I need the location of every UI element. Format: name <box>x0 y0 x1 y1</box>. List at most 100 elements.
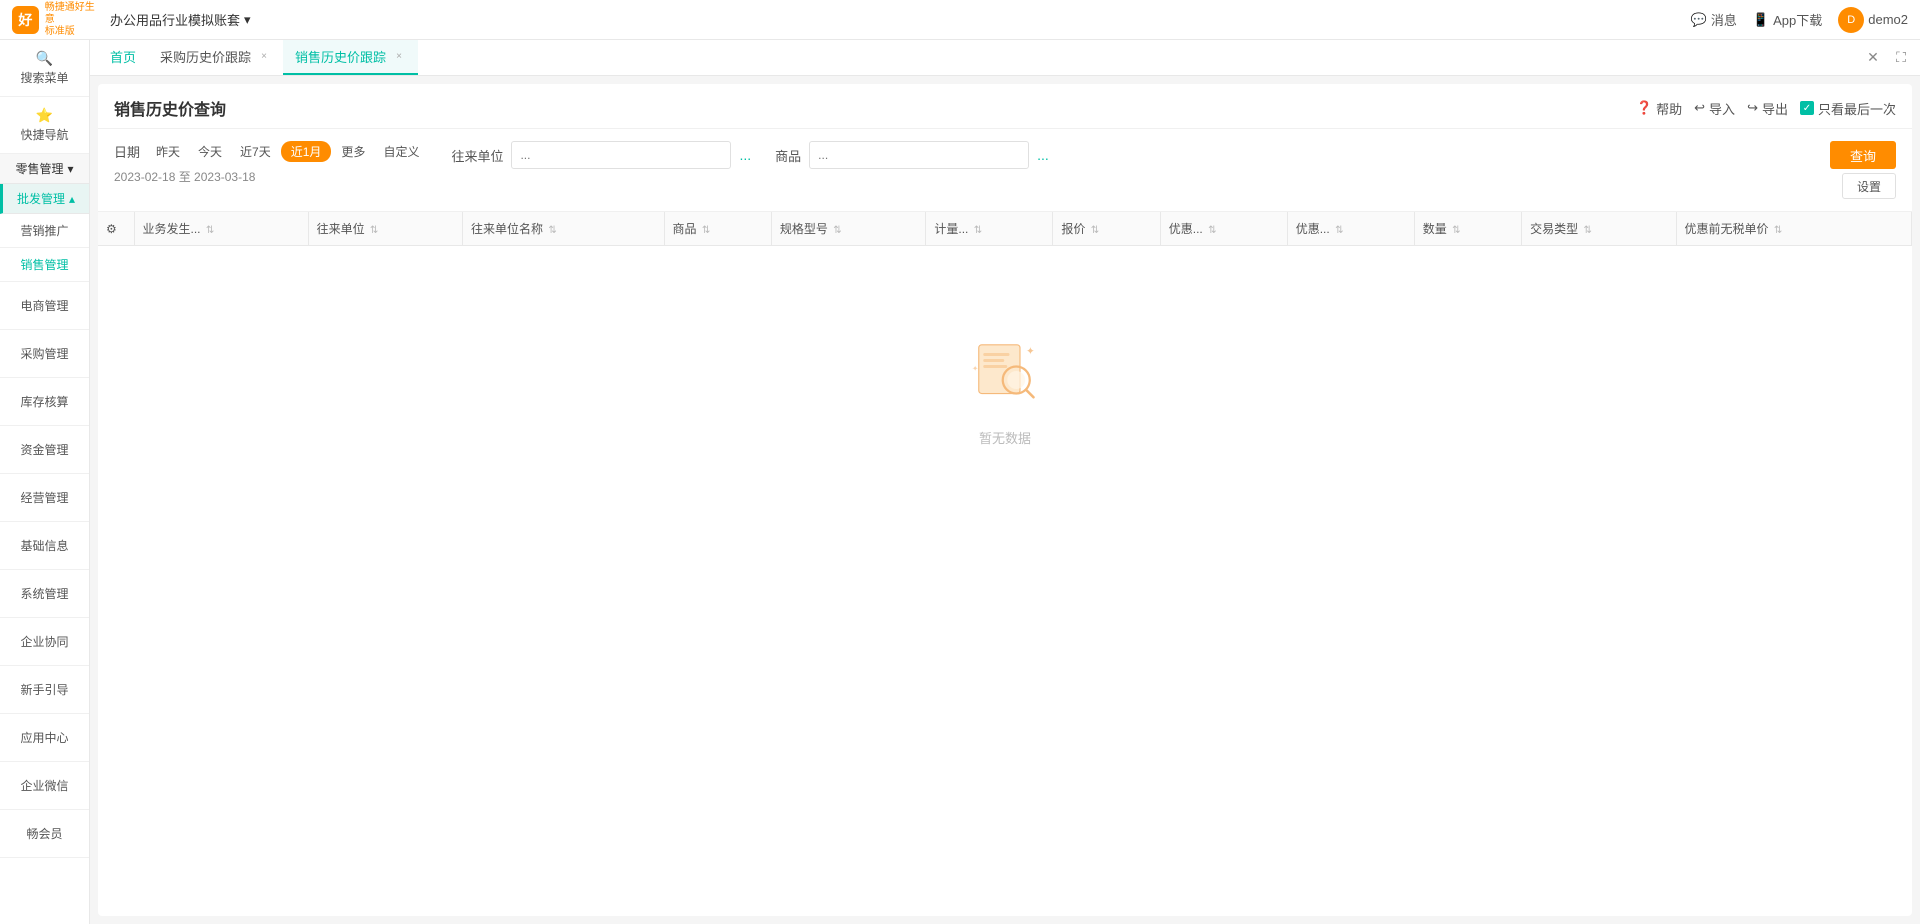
goods-picker-btn[interactable]: ... <box>1037 147 1049 163</box>
th-spec[interactable]: 规格型号 ⇅ <box>771 212 925 246</box>
tab-home[interactable]: 首页 <box>98 40 148 75</box>
sort-icon: ⇅ <box>833 225 841 236</box>
logo-icon: 好 <box>12 6 39 34</box>
logo-text: 畅捷通好生意 标准版 <box>45 2 102 38</box>
sidebar-item-wholesale[interactable]: 批发管理 ▴ <box>0 184 89 214</box>
data-table: ⚙ 业务发生... ⇅ 往来单位 ⇅ 往来单位名称 <box>98 212 1912 246</box>
tab-close-sales[interactable]: × <box>392 50 406 64</box>
app-download-btn[interactable]: 📱 App下载 <box>1753 10 1822 29</box>
top-header: 好 畅捷通好生意 标准版 办公用品行业模拟账套 ▾ 💬 消息 📱 App下载 D… <box>0 0 1920 40</box>
sort-icon: ⇅ <box>702 225 710 236</box>
help-icon: ❓ <box>1636 100 1652 116</box>
date-btn-more[interactable]: 更多 <box>333 141 373 162</box>
chevron-up-icon: ▴ <box>69 192 75 206</box>
th-discount1[interactable]: 优惠... ⇅ <box>1160 212 1287 246</box>
sort-icon: ⇅ <box>206 225 214 236</box>
date-btn-yesterday[interactable]: 昨天 <box>148 141 188 162</box>
sort-icon: ⇅ <box>1091 225 1099 236</box>
sidebar-item-enterprise[interactable]: 企业协同 <box>0 618 89 666</box>
sidebar-item-basicinfo[interactable]: 基础信息 <box>0 522 89 570</box>
main-layout: 🔍 搜索菜单 ⭐ 快捷导航 零售管理 ▾ 批发管理 ▴ 营销推广 销售管理 电商… <box>0 40 1920 924</box>
partner-input[interactable] <box>511 141 731 169</box>
table-settings-icon: ⚙ <box>106 222 117 236</box>
chevron-down-icon: ▾ <box>67 162 73 176</box>
sort-icon: ⇅ <box>1583 225 1591 236</box>
help-btn[interactable]: ❓ 帮助 <box>1636 99 1682 118</box>
th-trade-type[interactable]: 交易类型 ⇅ <box>1522 212 1676 246</box>
tab-maximize-btn[interactable]: ⛶ <box>1890 47 1912 69</box>
date-btn-custom[interactable]: 自定义 <box>375 141 427 162</box>
import-icon: ↩ <box>1694 100 1705 116</box>
tab-close-all-btn[interactable]: ✕ <box>1862 47 1884 69</box>
th-quote[interactable]: 报价 ⇅ <box>1053 212 1160 246</box>
sidebar-item-membership[interactable]: 畅会员 <box>0 810 89 858</box>
sidebar-item-inventory[interactable]: 库存核算 <box>0 378 89 426</box>
message-btn[interactable]: 💬 消息 <box>1691 10 1737 29</box>
date-btn-1month[interactable]: 近1月 <box>281 141 332 162</box>
tab-close-purchase[interactable]: × <box>257 50 271 64</box>
sort-icon: ⇅ <box>1208 225 1216 236</box>
table-container: ⚙ 业务发生... ⇅ 往来单位 ⇅ 往来单位名称 <box>98 212 1912 246</box>
sidebar-item-marketing[interactable]: 营销推广 <box>0 214 89 248</box>
th-settings[interactable]: ⚙ <box>98 212 134 246</box>
avatar: D <box>1838 7 1864 33</box>
tab-bar-controls: ✕ ⛶ <box>1862 40 1912 75</box>
empty-text: 暂无数据 <box>979 428 1031 447</box>
sidebar-item-system[interactable]: 系统管理 <box>0 570 89 618</box>
sidebar-item-apps[interactable]: 应用中心 <box>0 714 89 762</box>
empty-illustration: ✦ ✦ <box>960 326 1050 416</box>
import-btn[interactable]: ↩ 导入 <box>1694 99 1735 118</box>
tab-sales-history[interactable]: 销售历史价跟踪 × <box>283 40 418 75</box>
th-goods[interactable]: 商品 ⇅ <box>664 212 771 246</box>
page-title-bar: 销售历史价查询 ❓ 帮助 ↩ 导入 ↪ 导出 ✓ <box>98 84 1912 129</box>
sort-icon: ⇅ <box>1335 225 1343 236</box>
th-discount2[interactable]: 优惠... ⇅ <box>1287 212 1414 246</box>
header-right: 💬 消息 📱 App下载 D demo2 <box>1691 7 1908 33</box>
date-btn-today[interactable]: 今天 <box>190 141 230 162</box>
content-area: 首页 采购历史价跟踪 × 销售历史价跟踪 × ✕ ⛶ 销售历史价查询 <box>90 40 1920 924</box>
date-btn-7days[interactable]: 近7天 <box>232 141 279 162</box>
table-header-row: ⚙ 业务发生... ⇅ 往来单位 ⇅ 往来单位名称 <box>98 212 1912 246</box>
sort-icon: ⇅ <box>548 225 556 236</box>
th-pretax-price[interactable]: 优惠前无税单价 ⇅ <box>1676 212 1911 246</box>
logo-area: 好 畅捷通好生意 标准版 <box>12 2 102 38</box>
partner-filter-label: 往来单位 <box>451 146 503 165</box>
goods-input[interactable] <box>809 141 1029 169</box>
sidebar-item-finance[interactable]: 资金管理 <box>0 426 89 474</box>
th-partner-name[interactable]: 往来单位名称 ⇅ <box>463 212 665 246</box>
user-menu[interactable]: D demo2 <box>1838 7 1908 33</box>
sidebar-item-guide[interactable]: 新手引导 <box>0 666 89 714</box>
th-qty[interactable]: 数量 ⇅ <box>1414 212 1521 246</box>
only-last-checkbox[interactable]: ✓ 只看最后一次 <box>1800 99 1896 118</box>
settings-button[interactable]: 设置 <box>1842 173 1896 199</box>
sort-icon: ⇅ <box>370 225 378 236</box>
th-partner-code[interactable]: 往来单位 ⇅ <box>308 212 462 246</box>
query-button[interactable]: 查询 <box>1830 141 1896 169</box>
filter-btn-group: 查询 设置 <box>1830 141 1896 199</box>
chevron-down-icon: ▾ <box>244 12 251 28</box>
partner-picker-btn[interactable]: ... <box>739 147 751 163</box>
goods-filter-group: 商品 ... <box>775 141 1049 169</box>
sidebar-item-ecommerce[interactable]: 电商管理 <box>0 282 89 330</box>
sidebar-item-search[interactable]: 🔍 搜索菜单 <box>0 40 89 97</box>
page-title: 销售历史价查询 <box>114 96 226 120</box>
tab-purchase-history[interactable]: 采购历史价跟踪 × <box>148 40 283 75</box>
export-icon: ↪ <box>1747 100 1758 116</box>
sidebar-item-retail[interactable]: 零售管理 ▾ <box>0 154 89 184</box>
sort-icon: ⇅ <box>1452 225 1460 236</box>
date-filter-label: 日期 <box>114 142 140 161</box>
sidebar-item-sales-mgmt[interactable]: 销售管理 <box>0 248 89 282</box>
sidebar-item-operations[interactable]: 经营管理 <box>0 474 89 522</box>
empty-state: ✦ ✦ 暂无数据 <box>98 246 1912 487</box>
date-filter-group: 日期 昨天 今天 近7天 近1月 更多 自定义 2023-02-18 至 202… <box>114 141 427 185</box>
sidebar-item-purchase[interactable]: 采购管理 <box>0 330 89 378</box>
account-dropdown[interactable]: 办公用品行业模拟账套 ▾ <box>110 10 1683 29</box>
export-btn[interactable]: ↪ 导出 <box>1747 99 1788 118</box>
th-biz-date[interactable]: 业务发生... ⇅ <box>134 212 308 246</box>
sidebar-item-quicknav[interactable]: ⭐ 快捷导航 <box>0 97 89 154</box>
date-range-text: 2023-02-18 至 2023-03-18 <box>114 168 427 185</box>
sidebar-item-wechat[interactable]: 企业微信 <box>0 762 89 810</box>
th-unit[interactable]: 计量... ⇅ <box>926 212 1053 246</box>
search-icon: 🔍 <box>36 50 53 67</box>
page-content: 销售历史价查询 ❓ 帮助 ↩ 导入 ↪ 导出 ✓ <box>98 84 1912 916</box>
